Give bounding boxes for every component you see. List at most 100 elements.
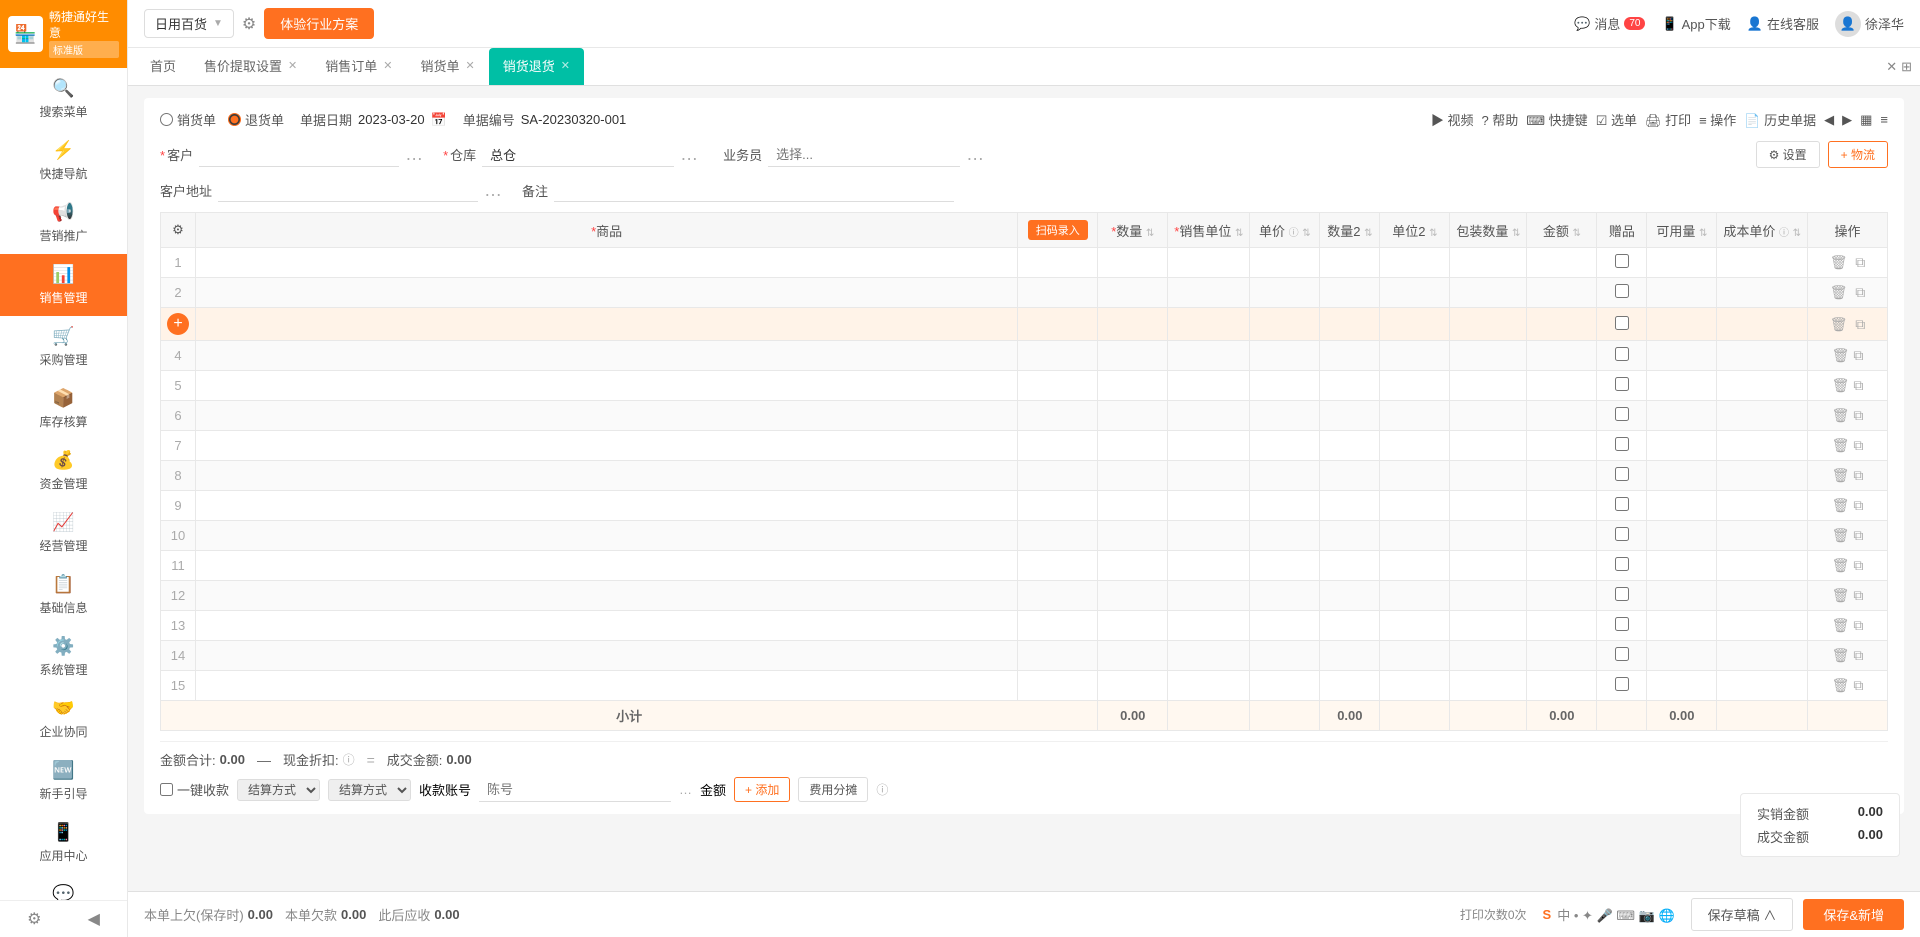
radio-sale[interactable]: 销货单 (160, 110, 216, 129)
gift-checkbox-2[interactable] (1615, 284, 1629, 298)
delete-row-icon[interactable]: 🗑 (1832, 467, 1850, 483)
history-action[interactable]: 📄 历史单据 (1744, 110, 1816, 129)
experience-button[interactable]: 体验行业方案 (264, 8, 374, 39)
tab-sales-order[interactable]: 销售订单 ✕ (311, 48, 406, 85)
tab-price-setting[interactable]: 售价提取设置 ✕ (190, 48, 311, 85)
app-download-button[interactable]: 📱 App下载 (1661, 14, 1730, 33)
radio-return[interactable]: 退货单 (228, 110, 284, 129)
sidebar-item-operation[interactable]: 📈 经营管理 (0, 502, 127, 564)
close-all-icon[interactable]: ✕ (1886, 59, 1897, 75)
copy-row-icon[interactable]: ⧉ (1853, 347, 1863, 363)
copy-row-icon[interactable]: ⧉ (1853, 467, 1863, 483)
tab-sales-return[interactable]: 销货退货 ✕ (489, 48, 584, 85)
expand-icon[interactable]: ⊞ (1901, 59, 1912, 75)
online-service-button[interactable]: 👤 在线客服 (1747, 14, 1819, 33)
copy-row-icon[interactable]: ⧉ (1853, 377, 1863, 393)
copy-row-icon[interactable]: ⧉ (1853, 617, 1863, 633)
radio-return-input[interactable] (228, 113, 241, 126)
pack-sort-icon[interactable]: ⇅ (1512, 228, 1520, 239)
tab-price-close-icon[interactable]: ✕ (288, 59, 297, 72)
copy-row-icon[interactable]: ⧉ (1853, 677, 1863, 693)
sidebar-item-enterprise[interactable]: 🤝 企业协同 (0, 688, 127, 750)
grid-view-icon[interactable]: ▦ (1860, 112, 1872, 128)
logistics-button[interactable]: + 物流 (1828, 141, 1888, 168)
user-profile[interactable]: 👤 徐泽华 (1835, 11, 1904, 37)
product-cell[interactable] (196, 278, 1018, 308)
calendar-icon[interactable]: 📅 (431, 112, 447, 128)
tab-delivery-close-icon[interactable]: ✕ (466, 59, 475, 72)
delete-row-icon[interactable]: 🗑 (1832, 557, 1850, 573)
delete-row-icon[interactable]: 🗑 (1830, 316, 1848, 332)
list-view-icon[interactable]: ≡ (1880, 112, 1888, 127)
delete-row-icon[interactable]: 🗑 (1832, 437, 1850, 453)
staff-input[interactable] (768, 143, 960, 167)
shortcut-action[interactable]: ⌨ 快捷键 (1526, 110, 1587, 129)
warehouse-input[interactable] (482, 143, 674, 167)
sidebar-item-sales[interactable]: 📊 销售管理 (0, 254, 127, 316)
warehouse-dots-icon[interactable]: … (680, 144, 698, 165)
sidebar-item-guide[interactable]: 🆕 新手引导 (0, 750, 127, 812)
unit-sort-icon[interactable]: ⇅ (1235, 228, 1243, 239)
settings-button[interactable]: ⚙ 设置 (1756, 141, 1820, 168)
category-selector[interactable]: 日用百货 ▼ (144, 9, 234, 38)
gift-checkbox-3[interactable] (1615, 316, 1629, 330)
sidebar-item-wechat[interactable]: 💬 企业微信 (0, 874, 127, 900)
delete-row-icon[interactable]: 🗑 (1832, 497, 1850, 513)
delete-row-icon[interactable]: 🗑 (1830, 254, 1848, 270)
product-cell[interactable] (196, 248, 1018, 278)
copy-row-icon[interactable]: ⧉ (1855, 284, 1865, 300)
next-nav-icon[interactable]: ▶ (1842, 112, 1852, 128)
delete-row-icon[interactable]: 🗑 (1832, 587, 1850, 603)
unit2-sort-icon[interactable]: ⇅ (1429, 228, 1437, 239)
operate-action[interactable]: ≡ 操作 (1699, 110, 1736, 129)
copy-row-icon[interactable]: ⧉ (1853, 497, 1863, 513)
amount-sort-icon[interactable]: ⇅ (1572, 228, 1580, 239)
help-action[interactable]: ? 帮助 (1481, 110, 1518, 129)
add-row-cell[interactable]: + (161, 308, 196, 341)
save-new-button[interactable]: 保存&新增 (1803, 899, 1904, 930)
gift-checkbox-1[interactable] (1615, 254, 1629, 268)
tab-order-close-icon[interactable]: ✕ (383, 59, 392, 72)
address-dots-icon[interactable]: … (484, 180, 502, 201)
copy-row-icon[interactable]: ⧉ (1855, 316, 1865, 332)
print-action[interactable]: 🖨 打印 (1645, 110, 1691, 129)
sidebar-item-marketing[interactable]: 📢 营销推广 (0, 192, 127, 254)
product-input-active[interactable] (202, 318, 1011, 332)
discount-help-icon[interactable]: ⓘ (343, 751, 355, 768)
message-button[interactable]: 💬 消息 70 (1574, 14, 1645, 33)
expense-help-icon[interactable]: ⓘ (876, 781, 888, 798)
payment-method-select[interactable]: 结算方式 (237, 779, 320, 801)
copy-row-icon[interactable]: ⧉ (1853, 647, 1863, 663)
copy-row-icon[interactable]: ⧉ (1853, 407, 1863, 423)
delete-row-icon[interactable]: 🗑 (1832, 617, 1850, 633)
qty2-sort-icon[interactable]: ⇅ (1364, 228, 1372, 239)
delete-row-icon[interactable]: 🗑 (1832, 377, 1850, 393)
customer-input[interactable] (199, 143, 399, 167)
copy-row-icon[interactable]: ⧉ (1855, 254, 1865, 270)
account-input[interactable] (479, 778, 671, 802)
sidebar-item-search[interactable]: 🔍 搜索菜单 (0, 68, 127, 130)
one-click-checkbox[interactable] (160, 783, 173, 796)
avail-sort-icon[interactable]: ⇅ (1699, 228, 1707, 239)
sidebar-item-finance[interactable]: 💰 资金管理 (0, 440, 127, 502)
copy-row-icon[interactable]: ⧉ (1853, 587, 1863, 603)
sidebar-item-apps[interactable]: 📱 应用中心 (0, 812, 127, 874)
delete-row-icon[interactable]: 🗑 (1832, 407, 1850, 423)
delete-row-icon[interactable]: 🗑 (1832, 677, 1850, 693)
save-draft-button[interactable]: 保存草稿 ∧ (1691, 898, 1794, 931)
cost-sort-icon[interactable]: ⇅ (1793, 228, 1801, 239)
sidebar-item-shortcut[interactable]: ⚡ 快捷导航 (0, 130, 127, 192)
scan-btn[interactable]: 扫码录入 (1028, 220, 1088, 240)
delete-row-icon[interactable]: 🗑 (1832, 527, 1850, 543)
account-dots-icon[interactable]: … (679, 782, 692, 797)
add-row-button[interactable]: + (167, 313, 189, 335)
copy-row-icon[interactable]: ⧉ (1853, 437, 1863, 453)
sidebar-item-purchase[interactable]: 🛒 采购管理 (0, 316, 127, 378)
topbar-gear-icon[interactable]: ⚙ (242, 14, 256, 34)
add-payment-button[interactable]: + 添加 (734, 777, 790, 802)
delete-row-icon[interactable]: 🗑 (1830, 284, 1848, 300)
sidebar-item-inventory[interactable]: 📦 库存核算 (0, 378, 127, 440)
tab-home[interactable]: 首页 (136, 48, 190, 85)
staff-dots-icon[interactable]: … (966, 144, 984, 165)
prev-nav-icon[interactable]: ◀ (1824, 112, 1834, 128)
